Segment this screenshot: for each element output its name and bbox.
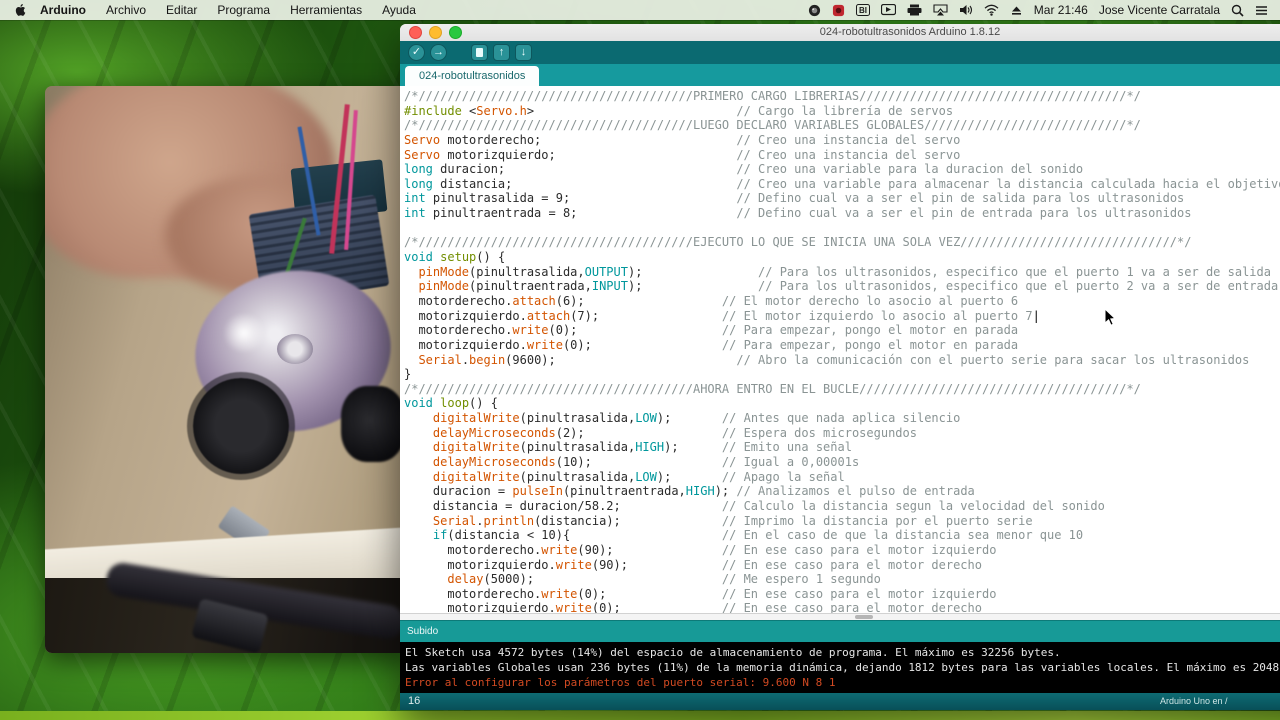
document-icon <box>476 48 483 57</box>
printer-icon[interactable] <box>907 4 922 16</box>
volume-icon[interactable] <box>959 4 973 16</box>
code-line: motorderecho.attach(6); // El motor dere… <box>404 293 1019 308</box>
menu-item-archivo[interactable]: Archivo <box>96 3 156 17</box>
bi-app-icon[interactable]: BI <box>855 4 870 16</box>
code-line: digitalWrite(pinultrasalida,HIGH); // Em… <box>432 440 852 455</box>
wallpaper-grass-strip <box>0 711 1280 720</box>
code-line: motorizquierdo.write(90); // En ese caso… <box>404 557 982 572</box>
code-line: motorderecho.write(0); // Para empezar, … <box>404 323 1019 338</box>
wifi-icon[interactable] <box>984 4 999 16</box>
menu-item-arduino[interactable]: Arduino <box>30 3 96 17</box>
save-sketch-button[interactable]: ↓ <box>515 44 532 61</box>
code-line: pinMode(pinultrasalida,OUTPUT); // Para … <box>418 264 1271 279</box>
zoom-window-button[interactable] <box>449 26 462 39</box>
record-app-icon[interactable] <box>832 4 845 17</box>
arduino-ide-window: 024-robotultrasonidos Arduino 1.8.12 ✓ →… <box>400 24 1280 710</box>
code-line: motorizquierdo.attach(7); // El motor iz… <box>404 308 1040 323</box>
app-menu-items: Arduino Archivo Editar Programa Herramientas… <box>30 0 426 20</box>
code-line: int pinultraentrada = 8; // Defino cual … <box>404 206 1192 221</box>
code-line: delayMicroseconds(2); // Espera dos micr… <box>432 425 917 440</box>
horizontal-scrollbar[interactable] <box>400 613 1280 620</box>
board-port-indicator: Arduino Uno en / <box>1160 696 1228 706</box>
code-editor[interactable]: /*//////////////////////////////////////… <box>400 86 1280 613</box>
open-sketch-button[interactable]: ↑ <box>493 44 510 61</box>
menu-bar-left: Arduino Archivo Editar Programa Herramientas… <box>0 0 426 20</box>
mouse-cursor <box>1104 307 1117 332</box>
verify-button[interactable]: ✓ <box>408 44 425 61</box>
code-line: pinMode(pinultraentrada,INPUT); // Para … <box>418 279 1279 294</box>
code-line: /*//////////////////////////////////////… <box>404 118 1141 133</box>
code-line: motorderecho.write(0); // En ese caso pa… <box>404 586 997 601</box>
code-line: delayMicroseconds(10); // Igual a 0,0000… <box>432 455 860 470</box>
code-line: /*//////////////////////////////////////… <box>404 89 1141 103</box>
display-icon[interactable] <box>880 4 896 16</box>
code-line: long duracion; // Creo una variable para… <box>404 162 1084 177</box>
menu-item-herramientas[interactable]: Herramientas <box>280 3 372 17</box>
menu-bar-clock[interactable]: Mar 21:46 <box>1034 3 1088 17</box>
console-info-line: El Sketch usa 4572 bytes (14%) del espac… <box>405 646 1061 659</box>
scrollbar-thumb[interactable] <box>855 615 873 619</box>
code-line: int pinultrasalida = 9; // Defino cual v… <box>404 191 1185 206</box>
code-line: Servo motorderecho; // Creo una instanci… <box>404 132 961 147</box>
code-line: if(distancia < 10){ // En el caso de que… <box>432 528 1084 543</box>
code-line: digitalWrite(pinultrasalida,LOW); // Ant… <box>432 411 961 426</box>
code-line: long distancia; // Creo una variable par… <box>404 176 1280 191</box>
notification-center-icon[interactable] <box>1255 5 1268 16</box>
led-glow-photo <box>221 314 267 352</box>
menu-item-programa[interactable]: Programa <box>207 3 280 17</box>
code-line: Serial.begin(9600); // Abro la comunicac… <box>418 352 1250 367</box>
tab-sketch[interactable]: 024-robotultrasonidos <box>405 66 540 86</box>
close-window-button[interactable] <box>409 26 422 39</box>
status-message-strip: Subido <box>400 620 1280 642</box>
code-line: delay(5000); // Me espero 1 segundo <box>447 572 881 587</box>
code-line: distancia = duracion/58.2; // Calculo la… <box>404 498 1105 513</box>
menu-item-editar[interactable]: Editar <box>156 3 207 17</box>
cd-hub-photo <box>277 334 313 364</box>
code-line: Servo motorizquierdo; // Creo una instan… <box>404 147 961 162</box>
minimize-window-button[interactable] <box>429 26 442 39</box>
tab-strip: 024-robotultrasonidos <box>400 64 1280 86</box>
ide-status-bar: 16 Arduino Uno en / <box>400 693 1280 710</box>
upload-status-label: Subido <box>407 626 439 637</box>
gear-wheel-photo <box>193 378 289 474</box>
code-line: /*//////////////////////////////////////… <box>404 381 1141 396</box>
svg-text:BI: BI <box>859 6 867 15</box>
upload-button[interactable]: → <box>430 44 447 61</box>
spotlight-search-icon[interactable] <box>1231 4 1244 17</box>
code-line: /*//////////////////////////////////////… <box>404 235 1192 250</box>
code-line: Serial.println(distancia); // Imprimo la… <box>432 513 1033 528</box>
window-title-bar[interactable]: 024-robotultrasonidos Arduino 1.8.12 <box>400 24 1280 41</box>
menu-bar-user[interactable]: Jose Vicente Carratala <box>1099 3 1220 17</box>
menu-item-ayuda[interactable]: Ayuda <box>372 3 426 17</box>
apple-menu-icon[interactable] <box>14 3 26 17</box>
menu-bar: Arduino Archivo Editar Programa Herramientas… <box>0 0 1280 20</box>
console-error-line: Error al configurar los parámetros del p… <box>405 676 836 689</box>
current-line-indicator: 16 <box>408 695 421 707</box>
window-title: 024-robotultrasonidos Arduino 1.8.12 <box>819 26 1001 38</box>
text-caret: | <box>1032 308 1040 323</box>
airplay-icon[interactable] <box>933 4 948 16</box>
menu-bar-status-area: BI Mar 21:46 Jose Vicente Carratala <box>808 3 1280 17</box>
code-line: void setup() { <box>404 250 506 265</box>
code-line: motorderecho.write(90); // En ese caso p… <box>404 542 997 557</box>
code-line: motorizquierdo.write(0); // Para empezar… <box>404 337 1019 352</box>
webcam-overlay <box>45 86 407 653</box>
ide-toolbar: ✓ → ↑ ↓ <box>400 41 1280 64</box>
code-line: void loop() { <box>404 396 498 411</box>
desktop-screen: Arduino Archivo Editar Programa Herramientas… <box>0 0 1280 720</box>
robot-wheel-photo <box>341 386 405 462</box>
code-line: duracion = pulseIn(pinultraentrada,HIGH)… <box>404 484 975 499</box>
camera-icon[interactable] <box>808 4 821 17</box>
code-line: digitalWrite(pinultrasalida,LOW); // Apa… <box>432 469 845 484</box>
code-line: } <box>404 367 412 382</box>
code-line: #include <Servo.h> // Cargo la librería … <box>404 103 954 118</box>
console-output: El Sketch usa 4572 bytes (14%) del espac… <box>400 642 1280 693</box>
code-line: motorizquierdo.write(0); // En ese caso … <box>404 601 982 613</box>
new-sketch-button[interactable] <box>471 44 488 61</box>
eject-icon[interactable] <box>1010 5 1023 16</box>
console-info-line: Las variables Globales usan 236 bytes (1… <box>405 661 1280 674</box>
window-controls <box>400 26 462 39</box>
